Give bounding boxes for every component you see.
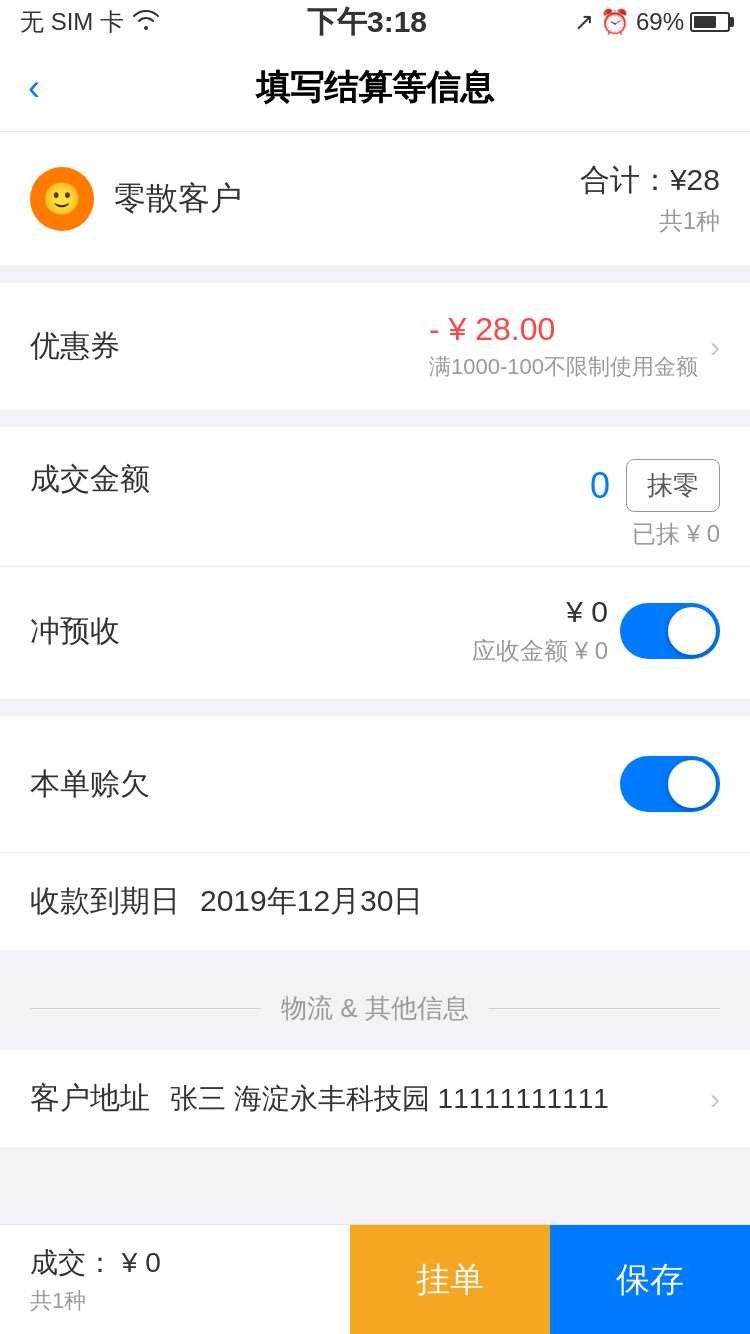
due-date-value[interactable]: 2019年12月30日 — [200, 881, 423, 922]
customer-section: 🙂 零散客户 合计：¥28 共1种 — [0, 132, 750, 265]
address-row[interactable]: 客户地址 张三 海淀永丰科技园 11111111111 › — [0, 1050, 750, 1147]
due-date-label: 收款到期日 — [30, 881, 180, 922]
round-zero-button[interactable]: 抹零 — [626, 459, 720, 512]
coupon-discount: - ¥ 28.00 — [429, 311, 698, 348]
coupon-value-block: - ¥ 28.00 满1000-100不限制使用金额 — [429, 311, 698, 382]
back-button[interactable]: ‹ — [28, 67, 40, 109]
debt-row: 本单赊欠 — [0, 716, 750, 853]
transaction-sub: 已抹 ¥ 0 — [632, 518, 720, 550]
carrier-label: 无 SIM 卡 — [20, 6, 124, 38]
due-date-row: 收款到期日 2019年12月30日 — [0, 853, 750, 951]
prepayment-sub: 应收金额 ¥ 0 — [472, 635, 608, 667]
alarm-icon: ⏰ — [600, 8, 630, 36]
content: 🙂 零散客户 合计：¥28 共1种 优惠券 - ¥ 28.00 满1000-10… — [0, 132, 750, 1267]
battery-percent: 69% — [636, 8, 684, 36]
customer-right: 合计：¥28 共1种 — [580, 160, 720, 237]
customer-count: 共1种 — [580, 205, 720, 237]
coupon-sub: 满1000-100不限制使用金额 — [429, 352, 698, 382]
save-button[interactable]: 保存 — [550, 1225, 750, 1335]
nav-bar: ‹ 填写结算等信息 — [0, 44, 750, 132]
wifi-icon — [132, 8, 160, 36]
coupon-chevron: › — [710, 330, 720, 364]
toggle-knob — [668, 607, 716, 655]
transaction-input[interactable] — [530, 465, 610, 507]
customer-total: 合计：¥28 — [580, 160, 720, 201]
debt-toggle-knob — [668, 760, 716, 808]
divider-1 — [0, 267, 750, 283]
amount-top: 抹零 — [530, 459, 720, 512]
debt-toggle[interactable] — [620, 756, 720, 812]
prepayment-right: ¥ 0 应收金额 ¥ 0 — [472, 595, 720, 667]
prepayment-value: ¥ 0 — [472, 595, 608, 629]
location-icon: ↗ — [574, 8, 594, 36]
customer-avatar: 🙂 — [30, 167, 94, 231]
time-display: 下午3:18 — [307, 2, 427, 43]
status-bar: 无 SIM 卡 下午3:18 ↗ ⏰ 69% — [0, 0, 750, 44]
debt-label: 本单赊欠 — [30, 764, 150, 805]
logistics-label: 物流 & 其他信息 — [281, 991, 469, 1026]
prepayment-row: 冲预收 ¥ 0 应收金额 ¥ 0 — [0, 567, 750, 700]
bottom-deal-label: 成交： — [30, 1247, 114, 1278]
logistics-header: 物流 & 其他信息 — [0, 967, 750, 1050]
coupon-row[interactable]: 优惠券 - ¥ 28.00 满1000-100不限制使用金额 › — [0, 283, 750, 411]
coupon-right: - ¥ 28.00 满1000-100不限制使用金额 › — [429, 311, 720, 382]
avatar-icon: 🙂 — [42, 180, 82, 218]
prepayment-value-block: ¥ 0 应收金额 ¥ 0 — [472, 595, 608, 667]
address-value: 张三 海淀永丰科技园 11111111111 — [170, 1080, 710, 1118]
address-label: 客户地址 — [30, 1078, 150, 1119]
bottom-bar: 成交： ¥ 0 共1种 挂单 保存 — [0, 1224, 750, 1334]
transaction-row: 成交金额 抹零 已抹 ¥ 0 — [0, 427, 750, 567]
address-chevron: › — [710, 1082, 720, 1116]
status-left: 无 SIM 卡 — [20, 6, 160, 38]
bottom-deal: 成交： ¥ 0 — [30, 1244, 320, 1282]
divider-3 — [0, 700, 750, 716]
bottom-info: 成交： ¥ 0 共1种 — [0, 1244, 350, 1316]
divider-2 — [0, 411, 750, 427]
bottom-count: 共1种 — [30, 1286, 320, 1316]
divider-4 — [0, 951, 750, 967]
status-right: ↗ ⏰ 69% — [574, 8, 730, 36]
pending-button[interactable]: 挂单 — [350, 1225, 550, 1335]
customer-left: 🙂 零散客户 — [30, 167, 242, 231]
customer-name: 零散客户 — [114, 177, 242, 221]
page-title: 填写结算等信息 — [256, 65, 494, 111]
battery-indicator — [690, 12, 730, 32]
transaction-right: 抹零 已抹 ¥ 0 — [530, 459, 720, 550]
bottom-deal-value: ¥ 0 — [122, 1247, 161, 1278]
coupon-label: 优惠券 — [30, 326, 120, 367]
prepayment-label: 冲预收 — [30, 611, 120, 652]
transaction-label: 成交金额 — [30, 459, 150, 500]
prepayment-toggle[interactable] — [620, 603, 720, 659]
